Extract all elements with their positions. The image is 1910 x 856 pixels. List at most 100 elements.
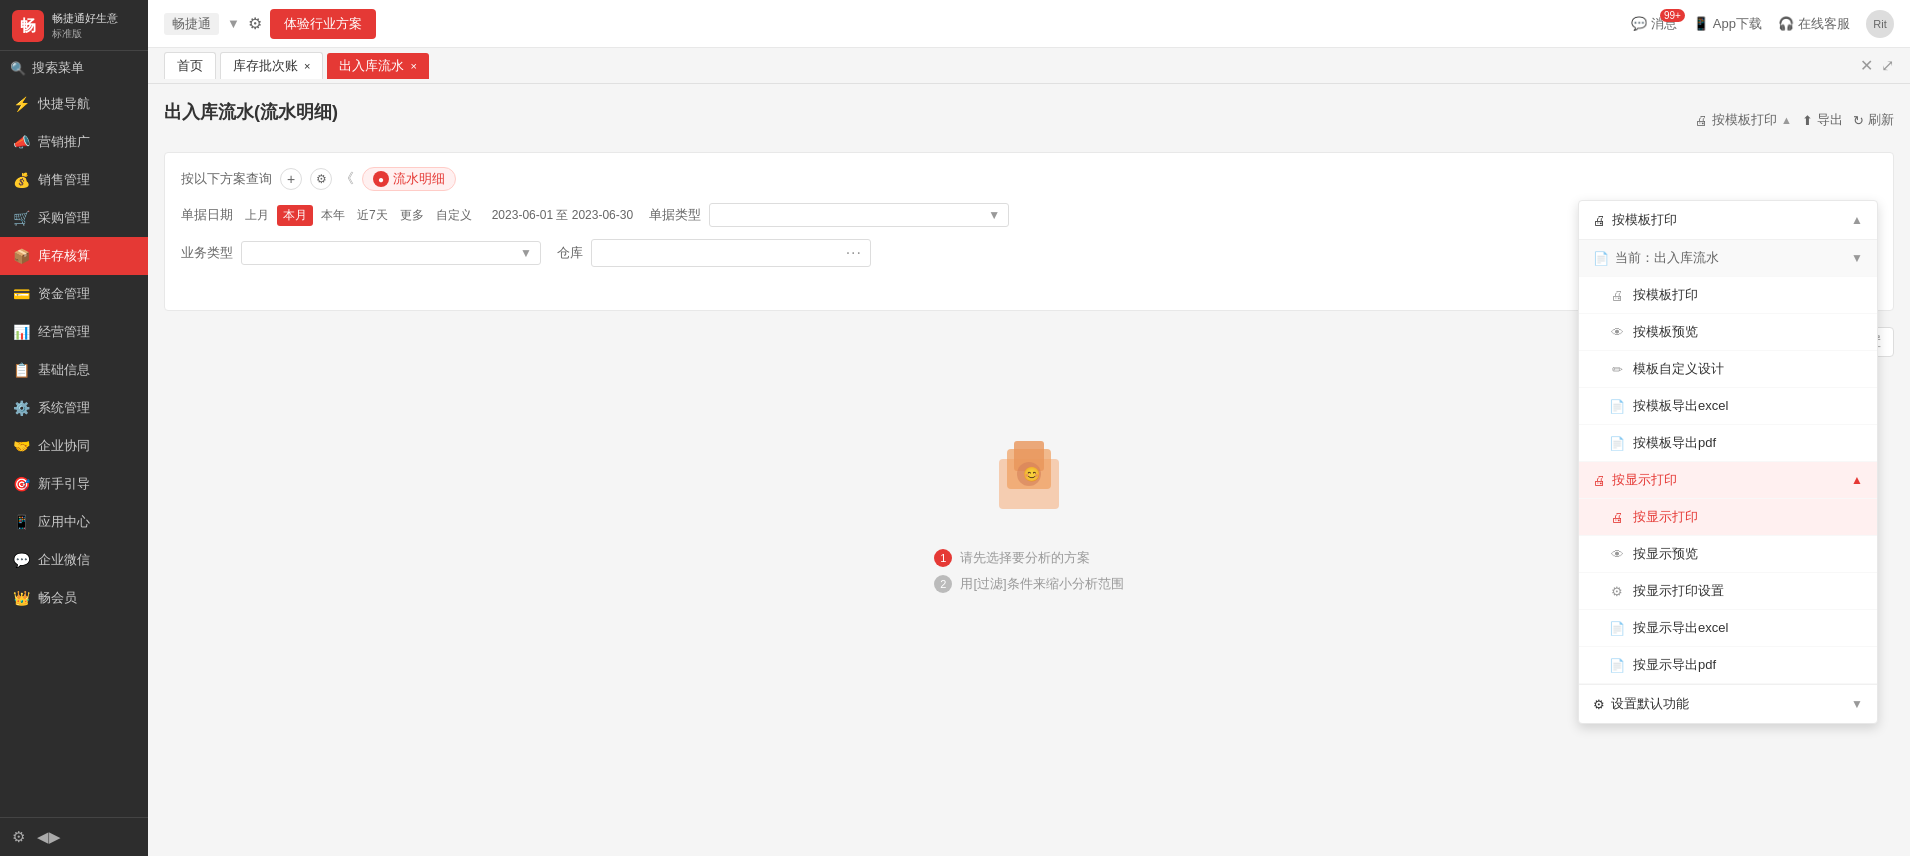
tab-bar-actions: ✕ ⤢	[1860, 56, 1894, 75]
tab-inventory-batch-close[interactable]: ×	[304, 60, 310, 72]
sidebar-item-basic[interactable]: 📋 基础信息	[0, 351, 148, 389]
sidebar-nav: ⚡ 快捷导航 📣 营销推广 💰 销售管理 🛒 采购管理 📦 库存核算 💳 资金管…	[0, 85, 148, 817]
refresh-icon: ↻	[1853, 113, 1864, 128]
footer-arrow-icon: ▼	[1851, 697, 1863, 711]
date-shortcut-custom[interactable]: 自定义	[432, 205, 476, 226]
tab-close-all-button[interactable]: ✕	[1860, 56, 1873, 75]
app-center-icon: 📱	[12, 513, 30, 531]
sidebar-item-quick-nav[interactable]: ⚡ 快捷导航	[0, 85, 148, 123]
sidebar-item-app-center[interactable]: 📱 应用中心	[0, 503, 148, 541]
main-content: 畅捷通 ▼ ⚙ 体验行业方案 💬 消息 99+ 📱 App下载 🎧 在线客服 R…	[148, 0, 1910, 856]
tab-inout-flow-close[interactable]: ×	[410, 60, 416, 72]
date-shortcut-this-month[interactable]: 本月	[277, 205, 313, 226]
sidebar-collapse-icon[interactable]: ◀▶	[37, 828, 61, 846]
dropdown-item-display-print[interactable]: 🖨 按显示打印	[1579, 499, 1877, 536]
dropdown-item-display-pdf[interactable]: 📄 按显示导出pdf	[1579, 647, 1877, 684]
footer-settings-icon: ⚙	[1593, 697, 1605, 712]
notifications-button[interactable]: 💬 消息 99+	[1631, 15, 1677, 33]
filter-add-button[interactable]: +	[280, 168, 302, 190]
sidebar-item-marketing[interactable]: 📣 营销推广	[0, 123, 148, 161]
page-title: 出入库流水(流水明细)	[164, 100, 338, 124]
doc-type-select[interactable]: ▼	[709, 203, 1009, 227]
sidebar-item-member[interactable]: 👑 畅会员	[0, 579, 148, 617]
purchase-icon: 🛒	[12, 209, 30, 227]
sidebar-search[interactable]: 🔍 搜索菜单	[0, 51, 148, 85]
sidebar-logo: 畅 畅捷通好生意 标准版	[0, 0, 148, 51]
dropdown-item-display-excel[interactable]: 📄 按显示导出excel	[1579, 610, 1877, 647]
date-shortcut-this-year[interactable]: 本年	[317, 205, 349, 226]
display-preview-item-icon: 👁	[1609, 546, 1625, 562]
step1-num: 1	[934, 549, 952, 567]
sidebar-item-system[interactable]: ⚙️ 系统管理	[0, 389, 148, 427]
sidebar-item-finance[interactable]: 💳 资金管理	[0, 275, 148, 313]
export-button[interactable]: ⬆ 导出	[1802, 111, 1843, 129]
date-shortcut-7days[interactable]: 近7天	[353, 205, 392, 226]
dropdown-display-section-header[interactable]: 🖨 按显示打印 ▲	[1579, 462, 1877, 499]
print-icon: 🖨	[1695, 113, 1708, 128]
dropdown-print-icon: 🖨	[1593, 213, 1606, 228]
app-download-button[interactable]: 📱 App下载	[1693, 15, 1762, 33]
dropdown-item-template-excel[interactable]: 📄 按模板导出excel	[1579, 388, 1877, 425]
search-icon: 🔍	[10, 61, 26, 76]
display-print-settings-item-icon: ⚙	[1609, 583, 1625, 599]
dropdown-item-display-print-settings[interactable]: ⚙ 按显示打印设置	[1579, 573, 1877, 610]
dropdown-title: 🖨 按模板打印	[1593, 211, 1677, 229]
dropdown-header: 🖨 按模板打印 ▲	[1579, 201, 1877, 240]
doc-type-label: 单据类型	[649, 206, 701, 224]
sidebar-item-inventory[interactable]: 📦 库存核算	[0, 237, 148, 275]
sidebar-item-guide[interactable]: 🎯 新手引导	[0, 465, 148, 503]
sidebar-item-wechat[interactable]: 💬 企业微信	[0, 541, 148, 579]
sidebar-item-purchase[interactable]: 🛒 采购管理	[0, 199, 148, 237]
filter-settings-icon: ⚙	[316, 172, 327, 186]
date-range-display: 2023-06-01 至 2023-06-30	[492, 207, 633, 224]
header-right: 💬 消息 99+ 📱 App下载 🎧 在线客服 Rit	[1631, 10, 1894, 38]
dropdown-chevron-up-icon[interactable]: ▲	[1851, 213, 1863, 227]
date-field-label: 单据日期	[181, 206, 233, 224]
header-username: 畅捷通	[164, 13, 219, 35]
dropdown-item-template-pdf[interactable]: 📄 按模板导出pdf	[1579, 425, 1877, 462]
display-section-chevron-up: ▲	[1851, 473, 1863, 487]
header-settings-icon[interactable]: ⚙	[248, 14, 262, 33]
sidebar-item-sales[interactable]: 💰 销售管理	[0, 161, 148, 199]
dropdown-current-section: 📄 当前：出入库流水 ▼	[1579, 240, 1877, 277]
template-print-button[interactable]: 🖨 按模板打印 ▲	[1695, 111, 1792, 129]
date-shortcuts: 上月 本月 本年 近7天 更多 自定义	[241, 205, 476, 226]
trial-button[interactable]: 体验行业方案	[270, 9, 376, 39]
customer-service-button[interactable]: 🎧 在线客服	[1778, 15, 1850, 33]
filter-date-field: 单据日期 上月 本月 本年 近7天 更多 自定义 2023-06-01 至 20…	[181, 205, 633, 226]
warehouse-label: 仓库	[557, 244, 583, 262]
dropdown-item-template-custom[interactable]: ✏ 模板自定义设计	[1579, 351, 1877, 388]
date-shortcut-last-month[interactable]: 上月	[241, 205, 273, 226]
tab-home[interactable]: 首页	[164, 52, 216, 79]
tab-inout-flow[interactable]: 出入库流水 ×	[327, 53, 428, 79]
page-toolbar: 🖨 按模板打印 ▲ ⬆ 导出 ↻ 刷新	[1695, 111, 1894, 129]
tab-expand-button[interactable]: ⤢	[1881, 56, 1894, 75]
system-icon: ⚙️	[12, 399, 30, 417]
dropdown-item-template-preview[interactable]: 👁 按模板预览	[1579, 314, 1877, 351]
service-icon: 🎧	[1778, 16, 1794, 31]
header-dropdown-icon[interactable]: ▼	[227, 16, 240, 31]
step2-num: 2	[934, 575, 952, 593]
date-shortcut-more[interactable]: 更多	[396, 205, 428, 226]
print-dropdown-panel: 🖨 按模板打印 ▲ 📄 当前：出入库流水 ▼ 🖨 按模板打印	[1578, 200, 1878, 724]
dropdown-item-template-print[interactable]: 🖨 按模板打印	[1579, 277, 1877, 314]
sidebar-settings-icon[interactable]: ⚙	[12, 828, 25, 846]
dropdown-item-display-preview[interactable]: 👁 按显示预览	[1579, 536, 1877, 573]
basic-icon: 📋	[12, 361, 30, 379]
filter-settings-button[interactable]: ⚙	[310, 168, 332, 190]
download-icon: 📱	[1693, 16, 1709, 31]
warehouse-select[interactable]: ···	[591, 239, 871, 267]
print-dropdown-chevron: ▲	[1781, 114, 1792, 126]
refresh-button[interactable]: ↻ 刷新	[1853, 111, 1894, 129]
sidebar-item-operation[interactable]: 📊 经营管理	[0, 313, 148, 351]
sidebar-item-cooperation[interactable]: 🤝 企业协同	[0, 427, 148, 465]
user-avatar[interactable]: Rit	[1866, 10, 1894, 38]
dropdown-footer-set-default[interactable]: ⚙ 设置默认功能 ▼	[1579, 684, 1877, 723]
page-header-row: 出入库流水(流水明细) 🖨 按模板打印 ▲ ⬆ 导出 ↻ 刷新	[164, 100, 1894, 140]
biz-type-select[interactable]: ▼	[241, 241, 541, 265]
filter-tag: ● 流水明细	[362, 167, 456, 191]
tab-inventory-batch[interactable]: 库存批次账 ×	[220, 52, 323, 79]
export-icon: ⬆	[1802, 113, 1813, 128]
filter-collapse-button[interactable]: 《	[340, 170, 354, 188]
empty-steps: 1 请先选择要分析的方案 2 用[过滤]条件来缩小分析范围	[934, 549, 1123, 601]
